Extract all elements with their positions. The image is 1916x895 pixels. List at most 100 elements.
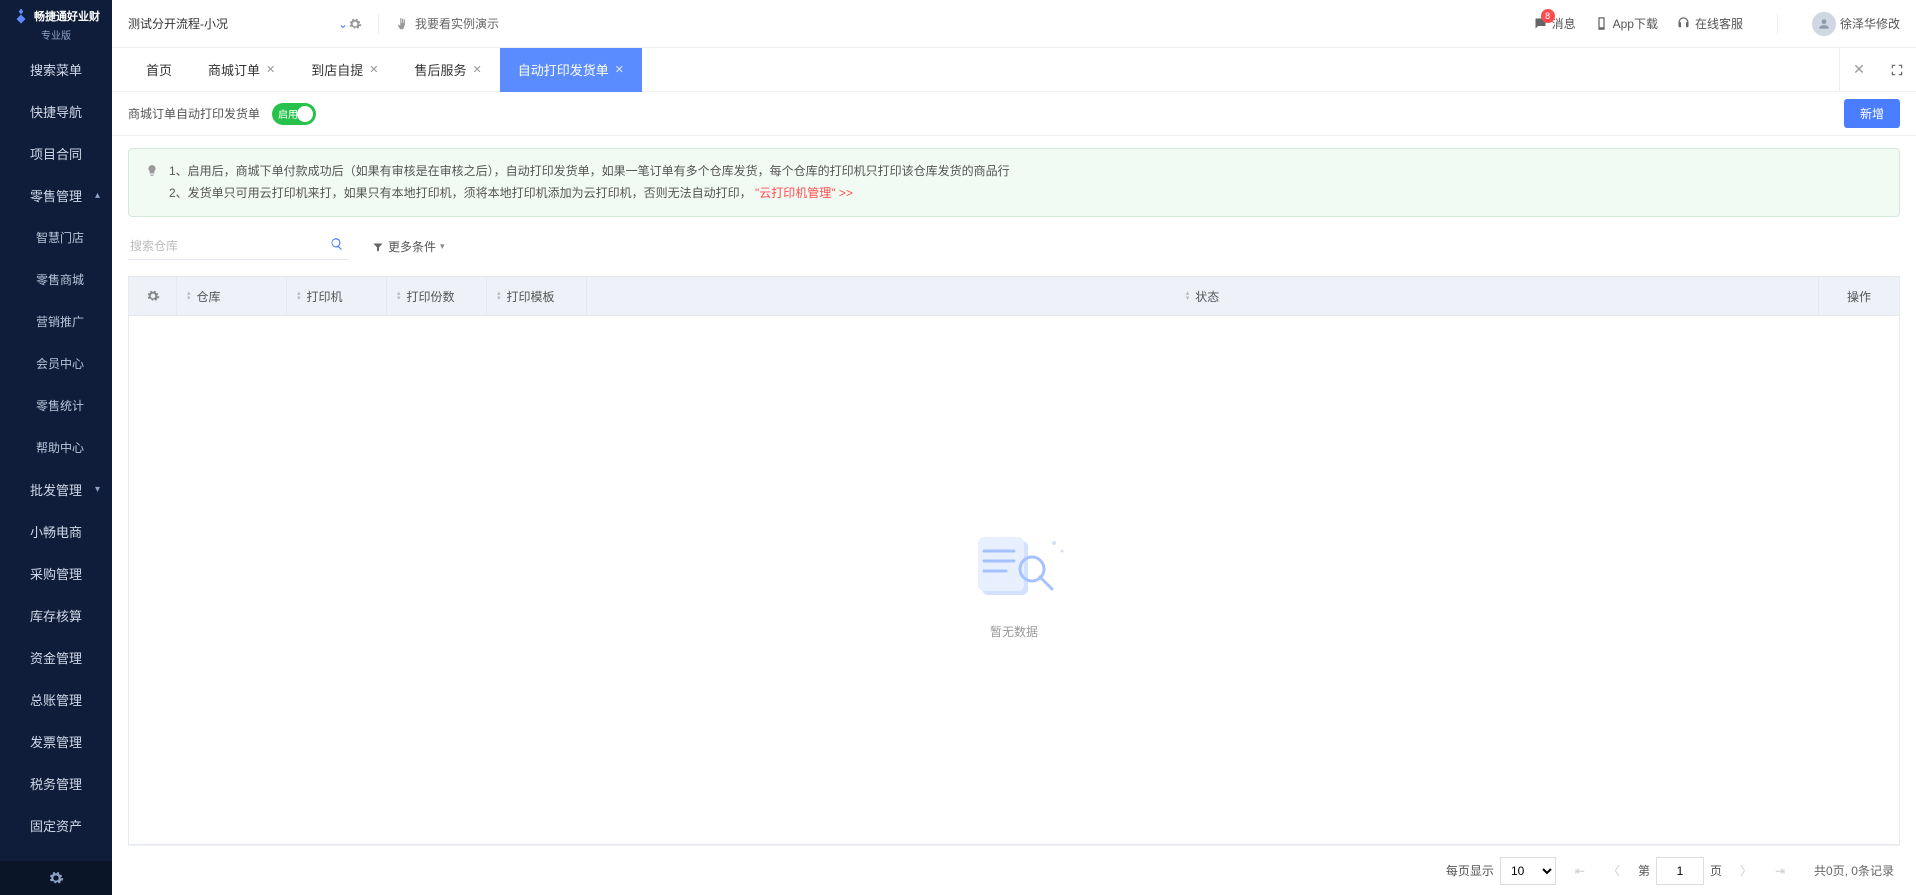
top-actions: 8 消息 App下载 在线客服 徐泽华修改: [1533, 12, 1900, 36]
brand-icon: [12, 7, 30, 25]
tab[interactable]: 自动打印发货单 ✕: [500, 48, 642, 92]
sidebar-item[interactable]: 库存核算: [0, 594, 112, 636]
sidebar-item[interactable]: 小畅电商: [0, 510, 112, 552]
user-menu[interactable]: 徐泽华修改: [1812, 12, 1900, 36]
new-button[interactable]: 新增: [1844, 99, 1900, 128]
tab[interactable]: 首页: [128, 48, 190, 92]
sidebar-item[interactable]: 发票管理: [0, 720, 112, 762]
tabs-row: 首页商城订单✕到店自提✕售后服务✕自动打印发货单✕ ✕: [112, 48, 1916, 92]
sidebar-item[interactable]: 采购管理: [0, 552, 112, 594]
sidebar-subitem[interactable]: 智慧门店: [0, 216, 112, 258]
table-header: ▴▾仓库 ▴▾打印机 ▴▾打印份数 ▴▾打印模板 ▴▾状态 操作: [128, 276, 1900, 316]
more-conditions-label: 更多条件: [388, 238, 436, 255]
sidebar-item[interactable]: 项目合同: [0, 132, 112, 174]
sidebar-item[interactable]: 批发管理▾: [0, 468, 112, 510]
brand-logo: 畅捷通好业财 专业版: [0, 0, 112, 48]
sidebar-item[interactable]: 税务管理: [0, 762, 112, 804]
content-title: 商城订单自动打印发货单: [128, 105, 260, 122]
cloud-printer-link[interactable]: "云打印机管理" >>: [755, 186, 853, 200]
prev-page-button[interactable]: 〈: [1604, 861, 1624, 881]
online-service-button[interactable]: 在线客服: [1676, 15, 1743, 32]
column-settings-button[interactable]: [129, 277, 177, 315]
message-label: 消息: [1552, 15, 1576, 32]
online-service-label: 在线客服: [1695, 15, 1743, 32]
close-icon[interactable]: ✕: [473, 63, 482, 76]
sidebar: 畅捷通好业财 专业版 搜索菜单快捷导航项目合同零售管理▴智慧门店零售商城营销推广…: [0, 0, 112, 895]
topbar: 测试分开流程-小况 ⌄ 我要看实例演示 8 消息 App下载: [112, 0, 1916, 48]
page-number-input[interactable]: [1656, 857, 1704, 885]
message-button[interactable]: 8 消息: [1533, 15, 1576, 32]
tab-label: 自动打印发货单: [518, 60, 609, 79]
tab-label: 商城订单: [208, 60, 260, 79]
brand-edition: 专业版: [41, 27, 71, 42]
search-row: 更多条件 ▾: [128, 217, 1900, 276]
expand-icon: [1890, 63, 1904, 77]
bulb-icon: [145, 164, 159, 178]
org-selector[interactable]: 测试分开流程-小况 ⌄: [128, 15, 348, 32]
app-download-button[interactable]: App下载: [1594, 15, 1658, 32]
tabs-close-button[interactable]: ✕: [1840, 48, 1878, 92]
search-icon[interactable]: [330, 237, 344, 251]
empty-illustration: [954, 521, 1074, 611]
user-icon: [1817, 17, 1831, 31]
app-download-label: App下载: [1613, 15, 1658, 32]
close-icon[interactable]: ✕: [615, 63, 624, 76]
sidebar-subitem[interactable]: 会员中心: [0, 342, 112, 384]
sidebar-subitem[interactable]: 零售统计: [0, 384, 112, 426]
search-input[interactable]: [128, 233, 348, 259]
sidebar-settings[interactable]: [0, 861, 112, 895]
tab[interactable]: 商城订单 ✕: [190, 48, 293, 92]
enable-switch[interactable]: 启用: [272, 103, 316, 125]
next-page-button[interactable]: 〉: [1736, 861, 1756, 881]
close-icon[interactable]: ✕: [369, 63, 378, 76]
gear-icon: [146, 289, 160, 303]
page-label-after: 页: [1710, 862, 1722, 879]
first-page-button[interactable]: ⇤: [1570, 861, 1590, 881]
page-label-before: 第: [1638, 862, 1650, 879]
sidebar-item[interactable]: 快捷导航: [0, 90, 112, 132]
sidebar-item[interactable]: 固定资产: [0, 804, 112, 846]
sidebar-item[interactable]: 零售管理▴: [0, 174, 112, 216]
tab[interactable]: 到店自提✕: [293, 48, 396, 92]
sidebar-subitem[interactable]: 营销推广: [0, 300, 112, 342]
org-settings-icon[interactable]: [348, 17, 362, 31]
user-name: 徐泽华修改: [1840, 15, 1900, 32]
info-box: 1、启用后，商城下单付款成功后（如果有审核是在审核之后），自动打印发货单，如果一…: [128, 148, 1900, 217]
sidebar-item[interactable]: 搜索菜单: [0, 48, 112, 90]
sidebar-item[interactable]: 工资: [0, 846, 112, 861]
info-line-1: 1、启用后，商城下单付款成功后（如果有审核是在审核之后），自动打印发货单，如果一…: [169, 161, 1010, 183]
headset-icon: [1676, 16, 1691, 31]
tab-label: 售后服务: [414, 60, 466, 79]
chevron-down-icon: ⌄: [338, 17, 348, 31]
avatar: [1812, 12, 1836, 36]
tab[interactable]: 售后服务 ✕: [396, 48, 499, 92]
th-status[interactable]: ▴▾状态: [587, 277, 1819, 315]
warehouse-search: [128, 233, 348, 260]
last-page-button[interactable]: ⇥: [1770, 861, 1790, 881]
filter-icon: [372, 241, 384, 253]
brand-name: 畅捷通好业财: [34, 8, 100, 24]
sidebar-subitem[interactable]: 零售商城: [0, 258, 112, 300]
empty-text: 暂无数据: [990, 623, 1038, 640]
more-conditions-button[interactable]: 更多条件 ▾: [372, 238, 445, 255]
tabs-fullscreen-button[interactable]: [1878, 48, 1916, 92]
th-copies[interactable]: ▴▾打印份数: [387, 277, 487, 315]
th-warehouse[interactable]: ▴▾仓库: [177, 277, 287, 315]
demo-link[interactable]: 我要看实例演示: [395, 15, 499, 32]
close-icon[interactable]: ✕: [266, 63, 275, 76]
message-badge: 8: [1541, 9, 1555, 23]
side-menu: 搜索菜单快捷导航项目合同零售管理▴智慧门店零售商城营销推广会员中心零售统计帮助中…: [0, 48, 112, 861]
th-printer[interactable]: ▴▾打印机: [287, 277, 387, 315]
chevron-up-icon: ▴: [95, 190, 100, 201]
chevron-down-icon: ▾: [95, 484, 100, 495]
gear-icon: [48, 870, 64, 886]
page-size-select[interactable]: 10: [1500, 857, 1556, 885]
sidebar-item[interactable]: 总账管理: [0, 678, 112, 720]
info-line-2-text: 2、发货单只可用云打印机来打，如果只有本地打印机，须将本地打印机添加为云打印机，…: [169, 186, 752, 200]
table-body: 暂无数据: [128, 316, 1900, 845]
pagination: 每页显示 10 ⇤ 〈 第 页 〉 ⇥ 共0页, 0条记录: [128, 845, 1900, 895]
sidebar-item[interactable]: 资金管理: [0, 636, 112, 678]
th-template[interactable]: ▴▾打印模板: [487, 277, 587, 315]
page-summary: 共0页, 0条记录: [1814, 862, 1894, 879]
sidebar-subitem[interactable]: 帮助中心: [0, 426, 112, 468]
